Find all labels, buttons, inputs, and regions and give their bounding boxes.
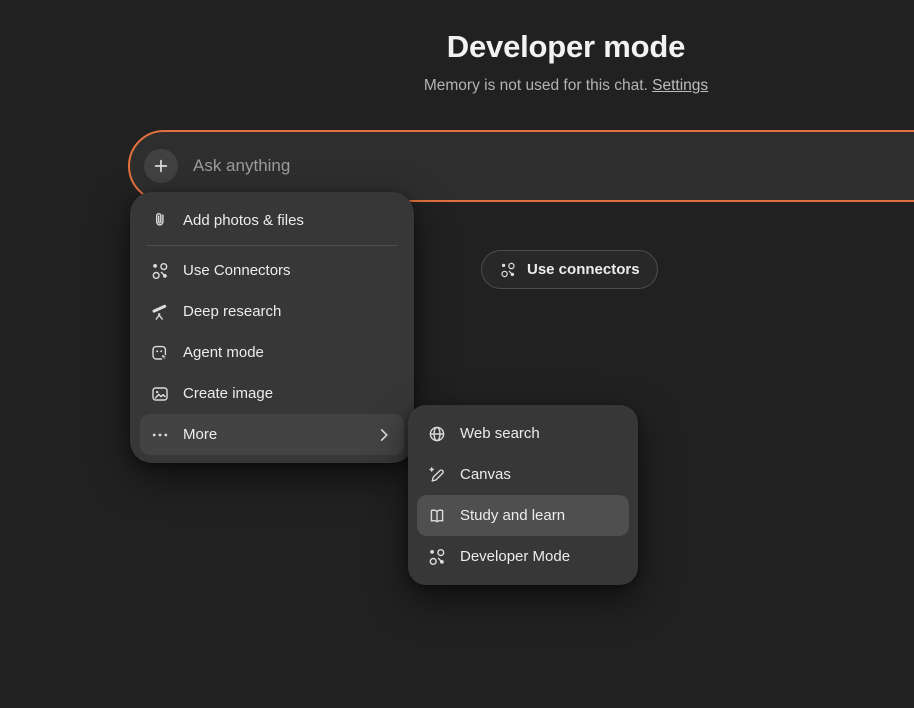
page-title: Developer mode xyxy=(424,30,708,64)
menu-item-label: More xyxy=(183,426,217,443)
menu-item-label: Use Connectors xyxy=(183,262,291,279)
menu-divider xyxy=(146,245,398,246)
attach-menu: Add photos & files Use Connectors xyxy=(130,192,414,463)
paperclip-icon xyxy=(150,211,170,231)
memory-notice-text: Memory is not used for this chat. xyxy=(424,77,648,94)
more-submenu: Web search Canvas Study and learn xyxy=(408,405,638,585)
app-root: Developer mode Memory is not used for th… xyxy=(0,0,914,708)
submenu-item-canvas[interactable]: Canvas xyxy=(417,454,629,495)
chat-header: Developer mode Memory is not used for th… xyxy=(424,30,708,95)
use-connectors-label: Use connectors xyxy=(527,261,640,278)
menu-item-use-connectors[interactable]: Use Connectors xyxy=(140,250,404,291)
menu-item-more[interactable]: More xyxy=(140,414,404,455)
menu-item-label: Add photos & files xyxy=(183,212,304,229)
menu-item-label: Canvas xyxy=(460,466,511,483)
menu-item-label: Agent mode xyxy=(183,344,264,361)
menu-item-agent-mode[interactable]: Agent mode xyxy=(140,332,404,373)
submenu-item-developer-mode[interactable]: Developer Mode xyxy=(417,536,629,577)
menu-item-label: Create image xyxy=(183,385,273,402)
submenu-item-study-and-learn[interactable]: Study and learn xyxy=(417,495,629,536)
settings-link[interactable]: Settings xyxy=(652,77,708,94)
menu-item-deep-research[interactable]: Deep research xyxy=(140,291,404,332)
menu-item-label: Developer Mode xyxy=(460,548,570,565)
menu-item-label: Study and learn xyxy=(460,507,565,524)
menu-item-label: Web search xyxy=(460,425,540,442)
connectors-icon xyxy=(150,261,170,281)
message-input[interactable] xyxy=(191,155,914,177)
open-book-icon xyxy=(427,506,447,526)
plus-icon xyxy=(151,156,171,176)
image-icon xyxy=(150,384,170,404)
memory-notice: Memory is not used for this chat. Settin… xyxy=(424,77,708,95)
ellipsis-icon xyxy=(150,425,170,445)
connectors-icon xyxy=(427,547,447,567)
globe-icon xyxy=(427,424,447,444)
pencil-sparkle-icon xyxy=(427,465,447,485)
attach-plus-button[interactable] xyxy=(144,149,178,183)
agent-face-cursor-icon xyxy=(150,343,170,363)
use-connectors-button[interactable]: Use connectors xyxy=(481,250,658,289)
submenu-item-web-search[interactable]: Web search xyxy=(417,413,629,454)
chevron-right-icon xyxy=(374,425,394,445)
telescope-icon xyxy=(150,302,170,322)
menu-item-label: Deep research xyxy=(183,303,281,320)
connectors-icon xyxy=(499,261,517,279)
menu-item-create-image[interactable]: Create image xyxy=(140,373,404,414)
menu-item-add-photos-files[interactable]: Add photos & files xyxy=(140,200,404,241)
